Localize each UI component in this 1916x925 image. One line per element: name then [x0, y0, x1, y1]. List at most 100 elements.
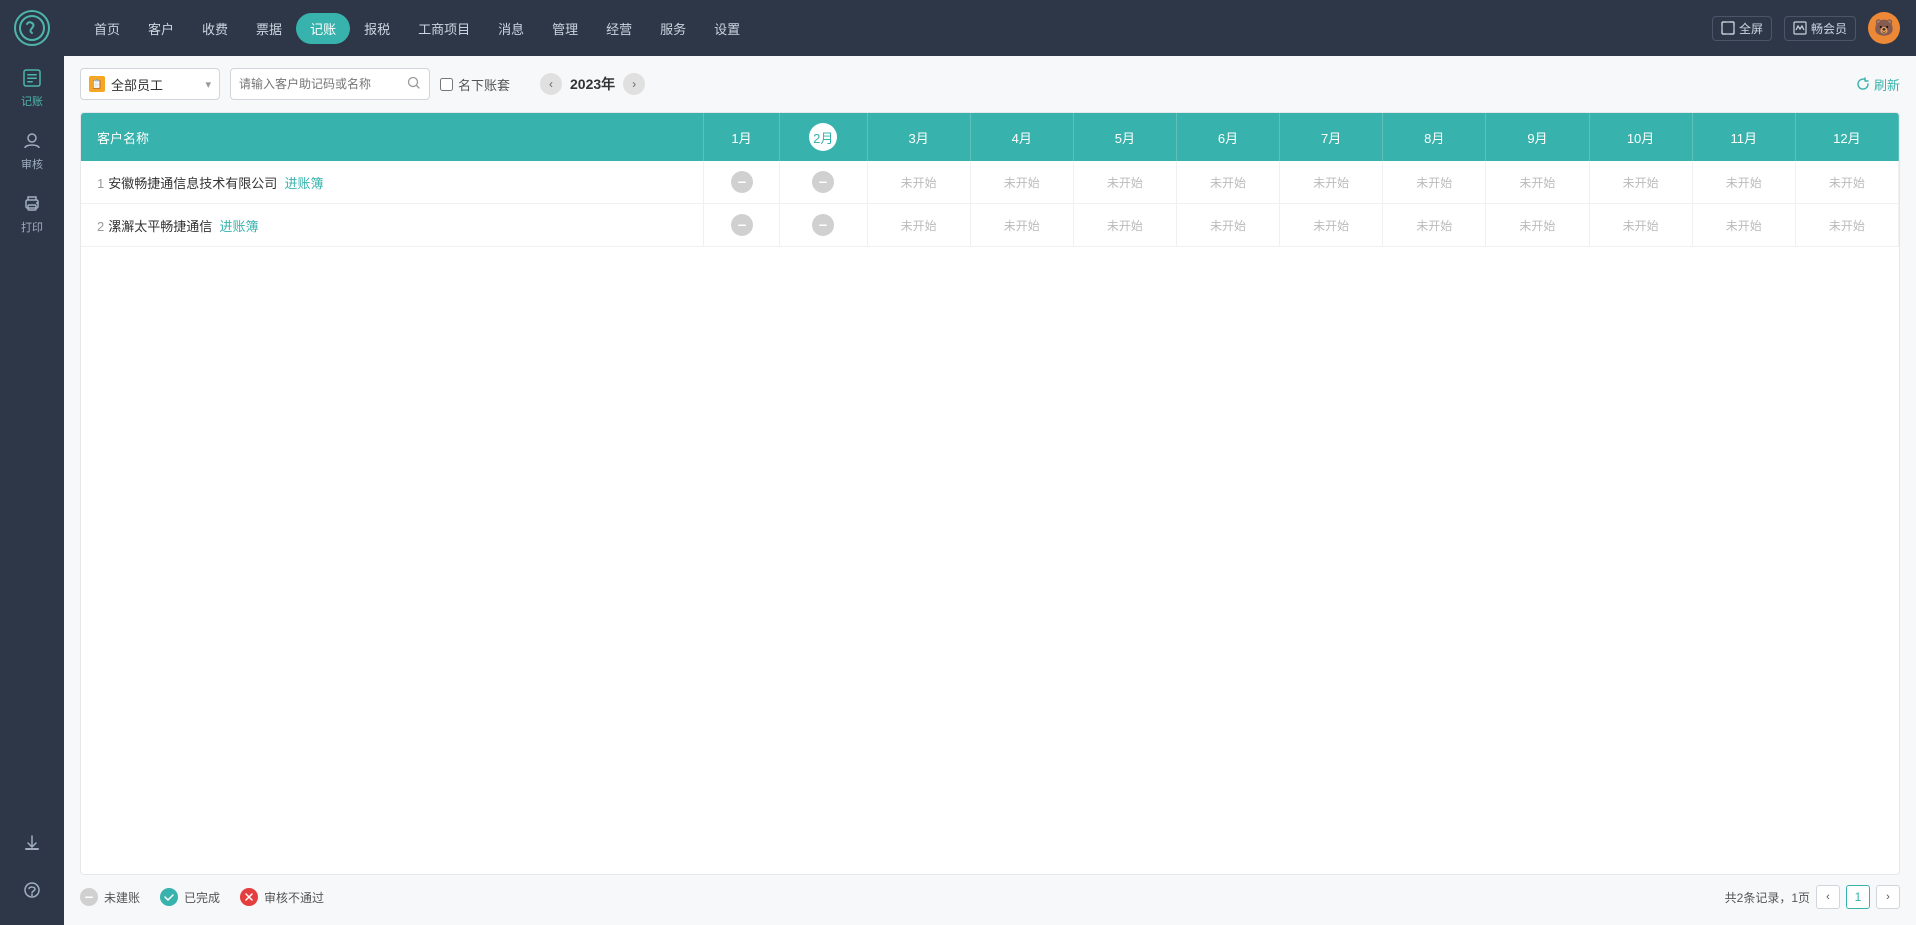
col-jan[interactable]: 1月 — [704, 113, 780, 161]
next-year-button[interactable]: › — [623, 73, 645, 95]
fullscreen-label: 全屏 — [1739, 20, 1763, 37]
my-accounts-checkbox-wrap[interactable]: 名下账套 — [440, 75, 510, 94]
not-started-label: 未开始 — [1416, 176, 1452, 190]
not-built-status — [731, 171, 753, 193]
month-cell-0-2[interactable]: 未开始 — [867, 161, 970, 204]
sidebar-logo[interactable] — [0, 0, 64, 56]
refresh-button[interactable]: 刷新 — [1856, 75, 1900, 94]
employee-select[interactable]: 📋 全部员工 ▾ — [80, 68, 220, 100]
nav-billing[interactable]: 收费 — [188, 13, 242, 44]
my-accounts-checkbox[interactable] — [440, 78, 453, 91]
row-num: 1 — [97, 176, 104, 191]
year-nav: ‹ 2023年 › — [540, 73, 645, 95]
month-cell-0-10[interactable]: 未开始 — [1692, 161, 1795, 204]
col-feb[interactable]: 2月 — [779, 113, 867, 161]
sidebar-item-audit[interactable]: 审核 — [0, 119, 64, 182]
nav-accounting[interactable]: 记账 — [296, 13, 350, 44]
col-dec[interactable]: 12月 — [1795, 113, 1898, 161]
sidebar-item-print[interactable]: 打印 — [0, 182, 64, 245]
nav-customers[interactable]: 客户 — [134, 13, 188, 44]
month-cell-0-4[interactable]: 未开始 — [1073, 161, 1176, 204]
month-cell-1-8[interactable]: 未开始 — [1486, 204, 1589, 247]
month-cell-1-1[interactable] — [779, 204, 867, 247]
month-cell-0-7[interactable]: 未开始 — [1383, 161, 1486, 204]
vip-button[interactable]: 畅会员 — [1784, 16, 1856, 41]
month-cell-1-7[interactable]: 未开始 — [1383, 204, 1486, 247]
col-oct[interactable]: 10月 — [1589, 113, 1692, 161]
col-jun[interactable]: 6月 — [1176, 113, 1279, 161]
sidebar-item-support[interactable] — [0, 868, 64, 915]
month-cell-1-5[interactable]: 未开始 — [1176, 204, 1279, 247]
enter-account-link[interactable]: 进账簿 — [284, 176, 323, 191]
enter-account-link[interactable]: 进账簿 — [219, 219, 258, 234]
fullscreen-icon — [1721, 21, 1735, 35]
sidebar-item-accounting[interactable]: 记账 — [0, 56, 64, 119]
not-started-label: 未开始 — [901, 176, 937, 190]
legend-rejected: 审核不通过 — [240, 888, 324, 906]
nav-operations[interactable]: 经营 — [592, 13, 646, 44]
prev-year-button[interactable]: ‹ — [540, 73, 562, 95]
search-wrap — [230, 68, 430, 100]
col-sep[interactable]: 9月 — [1486, 113, 1589, 161]
nav-home[interactable]: 首页 — [80, 13, 134, 44]
nav-services[interactable]: 服务 — [646, 13, 700, 44]
month-cell-1-10[interactable]: 未开始 — [1692, 204, 1795, 247]
sidebar-bottom — [0, 821, 64, 925]
legend-rejected-label: 审核不通过 — [264, 889, 324, 906]
sidebar-accounting-label: 记账 — [21, 93, 43, 109]
prev-page-button[interactable]: ‹ — [1816, 885, 1840, 909]
nav-messages[interactable]: 消息 — [484, 13, 538, 44]
col-jul[interactable]: 7月 — [1280, 113, 1383, 161]
sidebar-audit-label: 审核 — [21, 156, 43, 172]
col-nov[interactable]: 11月 — [1692, 113, 1795, 161]
nav-management[interactable]: 管理 — [538, 13, 592, 44]
month-cell-1-2[interactable]: 未开始 — [867, 204, 970, 247]
month-cell-0-3[interactable]: 未开始 — [970, 161, 1073, 204]
table-wrap: 客户名称 1月 2月 3月 4月 — [80, 112, 1900, 875]
legend-not-built-label: 未建账 — [104, 889, 140, 906]
not-started-label: 未开始 — [1416, 219, 1452, 233]
month-cell-0-5[interactable]: 未开始 — [1176, 161, 1279, 204]
fullscreen-button[interactable]: 全屏 — [1712, 16, 1772, 41]
not-started-label: 未开始 — [1726, 176, 1762, 190]
search-icon[interactable] — [407, 76, 421, 93]
nav-invoices[interactable]: 票据 — [242, 13, 296, 44]
not-built-status — [731, 214, 753, 236]
month-cell-1-9[interactable]: 未开始 — [1589, 204, 1692, 247]
not-started-label: 未开始 — [1313, 219, 1349, 233]
download-icon — [20, 831, 44, 855]
chevron-down-icon: ▾ — [205, 78, 211, 91]
navbar: 首页 客户 收费 票据 记账 报税 工商项目 消息 管理 经营 服务 设置 全屏 — [64, 0, 1916, 56]
not-started-label: 未开始 — [1519, 219, 1555, 233]
not-built-status — [812, 214, 834, 236]
not-started-label: 未开始 — [1107, 219, 1143, 233]
next-page-button[interactable]: › — [1876, 885, 1900, 909]
month-cell-1-4[interactable]: 未开始 — [1073, 204, 1176, 247]
month-cell-1-3[interactable]: 未开始 — [970, 204, 1073, 247]
month-cell-0-1[interactable] — [779, 161, 867, 204]
employee-label: 全部员工 — [111, 75, 205, 94]
vip-icon — [1793, 21, 1807, 35]
sidebar-item-download[interactable] — [0, 821, 64, 868]
col-apr[interactable]: 4月 — [970, 113, 1073, 161]
col-mar[interactable]: 3月 — [867, 113, 970, 161]
month-cell-0-0[interactable] — [704, 161, 780, 204]
pagination: 共2条记录，1页 ‹ 1 › — [1725, 885, 1900, 909]
navbar-right: 全屏 畅会员 🐻 — [1712, 12, 1900, 44]
col-aug[interactable]: 8月 — [1383, 113, 1486, 161]
month-cell-1-11[interactable]: 未开始 — [1795, 204, 1898, 247]
not-started-label: 未开始 — [901, 219, 937, 233]
col-may[interactable]: 5月 — [1073, 113, 1176, 161]
month-cell-0-9[interactable]: 未开始 — [1589, 161, 1692, 204]
month-cell-1-0[interactable] — [704, 204, 780, 247]
search-input[interactable] — [239, 77, 407, 91]
nav-settings[interactable]: 设置 — [700, 13, 754, 44]
month-cell-0-11[interactable]: 未开始 — [1795, 161, 1898, 204]
month-cell-0-6[interactable]: 未开始 — [1280, 161, 1383, 204]
month-cell-0-8[interactable]: 未开始 — [1486, 161, 1589, 204]
avatar[interactable]: 🐻 — [1868, 12, 1900, 44]
nav-business[interactable]: 工商项目 — [404, 13, 484, 44]
sidebar: 记账 审核 打印 — [0, 0, 64, 925]
month-cell-1-6[interactable]: 未开始 — [1280, 204, 1383, 247]
nav-tax[interactable]: 报税 — [350, 13, 404, 44]
